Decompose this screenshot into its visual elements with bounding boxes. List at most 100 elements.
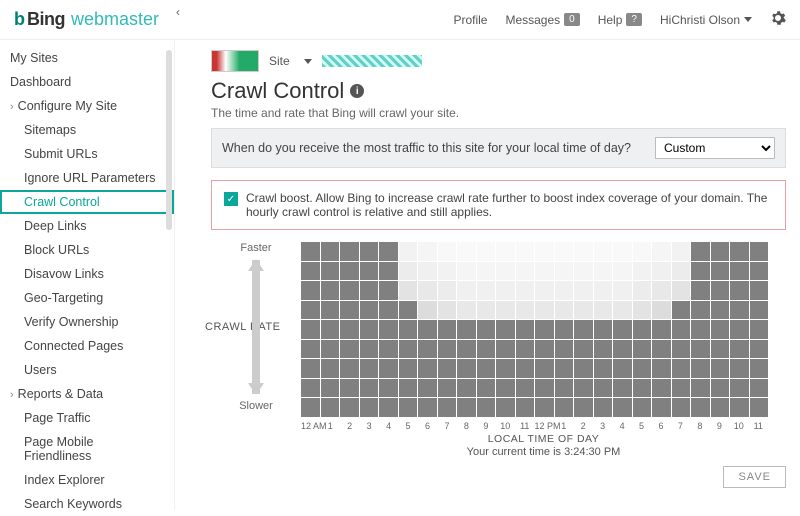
heatmap-cell[interactable] — [321, 320, 340, 339]
heatmap-cell[interactable] — [672, 359, 691, 378]
heatmap-cell[interactable] — [360, 281, 379, 300]
heatmap-cell[interactable] — [516, 359, 535, 378]
heatmap-cell[interactable] — [340, 379, 359, 398]
heatmap-cell[interactable] — [477, 340, 496, 359]
heatmap-cell[interactable] — [750, 359, 769, 378]
heatmap-cell[interactable] — [496, 340, 515, 359]
heatmap-cell[interactable] — [633, 340, 652, 359]
heatmap-cell[interactable] — [574, 320, 593, 339]
heatmap-cell[interactable] — [633, 242, 652, 261]
heatmap-cell[interactable] — [633, 359, 652, 378]
site-selector[interactable]: Site — [211, 50, 786, 72]
heatmap-cell[interactable] — [516, 340, 535, 359]
heatmap-cell[interactable] — [730, 320, 749, 339]
heatmap-cell[interactable] — [535, 301, 554, 320]
heatmap-cell[interactable] — [399, 281, 418, 300]
heatmap-cell[interactable] — [477, 242, 496, 261]
heatmap-cell[interactable] — [379, 242, 398, 261]
heatmap-cell[interactable] — [360, 340, 379, 359]
heatmap-cell[interactable] — [594, 340, 613, 359]
heatmap-cell[interactable] — [301, 301, 320, 320]
heatmap-cell[interactable] — [691, 281, 710, 300]
heatmap-cell[interactable] — [633, 281, 652, 300]
sidebar-item-verify-ownership[interactable]: Verify Ownership — [0, 310, 174, 334]
heatmap-cell[interactable] — [574, 281, 593, 300]
heatmap-cell[interactable] — [672, 301, 691, 320]
heatmap-cell[interactable] — [555, 379, 574, 398]
heatmap-cell[interactable] — [418, 320, 437, 339]
sidebar-item-disavow-links[interactable]: Disavow Links — [0, 262, 174, 286]
heatmap-cell[interactable] — [516, 301, 535, 320]
heatmap-cell[interactable] — [301, 281, 320, 300]
traffic-pattern-select[interactable]: Custom — [655, 137, 775, 159]
heatmap-cell[interactable] — [672, 320, 691, 339]
heatmap-cell[interactable] — [574, 359, 593, 378]
heatmap-cell[interactable] — [418, 242, 437, 261]
heatmap-cell[interactable] — [496, 262, 515, 281]
heatmap-cell[interactable] — [711, 359, 730, 378]
heatmap-cell[interactable] — [360, 242, 379, 261]
heatmap-cell[interactable] — [691, 379, 710, 398]
heatmap-cell[interactable] — [535, 262, 554, 281]
heatmap-cell[interactable] — [730, 262, 749, 281]
heatmap-cell[interactable] — [418, 398, 437, 417]
heatmap-cell[interactable] — [399, 359, 418, 378]
heatmap-cell[interactable] — [516, 398, 535, 417]
heatmap-cell[interactable] — [574, 301, 593, 320]
heatmap-cell[interactable] — [379, 359, 398, 378]
heatmap-cell[interactable] — [672, 398, 691, 417]
heatmap-cell[interactable] — [555, 242, 574, 261]
heatmap-cell[interactable] — [574, 340, 593, 359]
heatmap-cell[interactable] — [691, 242, 710, 261]
heatmap-cell[interactable] — [535, 320, 554, 339]
sidebar-item-search-keywords[interactable]: Search Keywords — [0, 492, 174, 516]
heatmap-cell[interactable] — [730, 398, 749, 417]
heatmap-cell[interactable] — [652, 320, 671, 339]
heatmap-cell[interactable] — [360, 379, 379, 398]
heatmap-cell[interactable] — [340, 398, 359, 417]
heatmap-cell[interactable] — [477, 398, 496, 417]
info-icon[interactable]: i — [350, 84, 364, 98]
heatmap-cell[interactable] — [691, 398, 710, 417]
heatmap-cell[interactable] — [438, 242, 457, 261]
heatmap-cell[interactable] — [750, 242, 769, 261]
heatmap-cell[interactable] — [691, 340, 710, 359]
heatmap-cell[interactable] — [360, 301, 379, 320]
heatmap-cell[interactable] — [340, 262, 359, 281]
heatmap-cell[interactable] — [613, 262, 632, 281]
heatmap-cell[interactable] — [399, 398, 418, 417]
heatmap-cell[interactable] — [379, 379, 398, 398]
heatmap-cell[interactable] — [535, 242, 554, 261]
heatmap-cell[interactable] — [301, 262, 320, 281]
heatmap-cell[interactable] — [652, 242, 671, 261]
nav-profile[interactable]: Profile — [453, 13, 487, 27]
heatmap-cell[interactable] — [672, 340, 691, 359]
sidebar-item-ignore-url-parameters[interactable]: Ignore URL Parameters — [0, 166, 174, 190]
heatmap-cell[interactable] — [516, 379, 535, 398]
heatmap-cell[interactable] — [730, 379, 749, 398]
heatmap-cell[interactable] — [555, 281, 574, 300]
heatmap-cell[interactable] — [750, 398, 769, 417]
heatmap-cell[interactable] — [340, 242, 359, 261]
heatmap-cell[interactable] — [438, 320, 457, 339]
heatmap-cell[interactable] — [750, 340, 769, 359]
heatmap-cell[interactable] — [301, 320, 320, 339]
heatmap-cell[interactable] — [379, 262, 398, 281]
nav-help[interactable]: Help? — [598, 13, 642, 27]
heatmap-cell[interactable] — [594, 242, 613, 261]
heatmap-cell[interactable] — [750, 262, 769, 281]
heatmap-cell[interactable] — [711, 242, 730, 261]
heatmap-cell[interactable] — [438, 359, 457, 378]
heatmap-cell[interactable] — [535, 281, 554, 300]
heatmap-cell[interactable] — [691, 262, 710, 281]
heatmap-cell[interactable] — [574, 242, 593, 261]
heatmap-cell[interactable] — [711, 340, 730, 359]
heatmap-cell[interactable] — [535, 379, 554, 398]
heatmap-cell[interactable] — [516, 262, 535, 281]
heatmap-cell[interactable] — [613, 320, 632, 339]
heatmap-cell[interactable] — [633, 379, 652, 398]
heatmap-cell[interactable] — [516, 242, 535, 261]
heatmap-cell[interactable] — [321, 379, 340, 398]
heatmap-cell[interactable] — [574, 262, 593, 281]
heatmap-cell[interactable] — [594, 262, 613, 281]
